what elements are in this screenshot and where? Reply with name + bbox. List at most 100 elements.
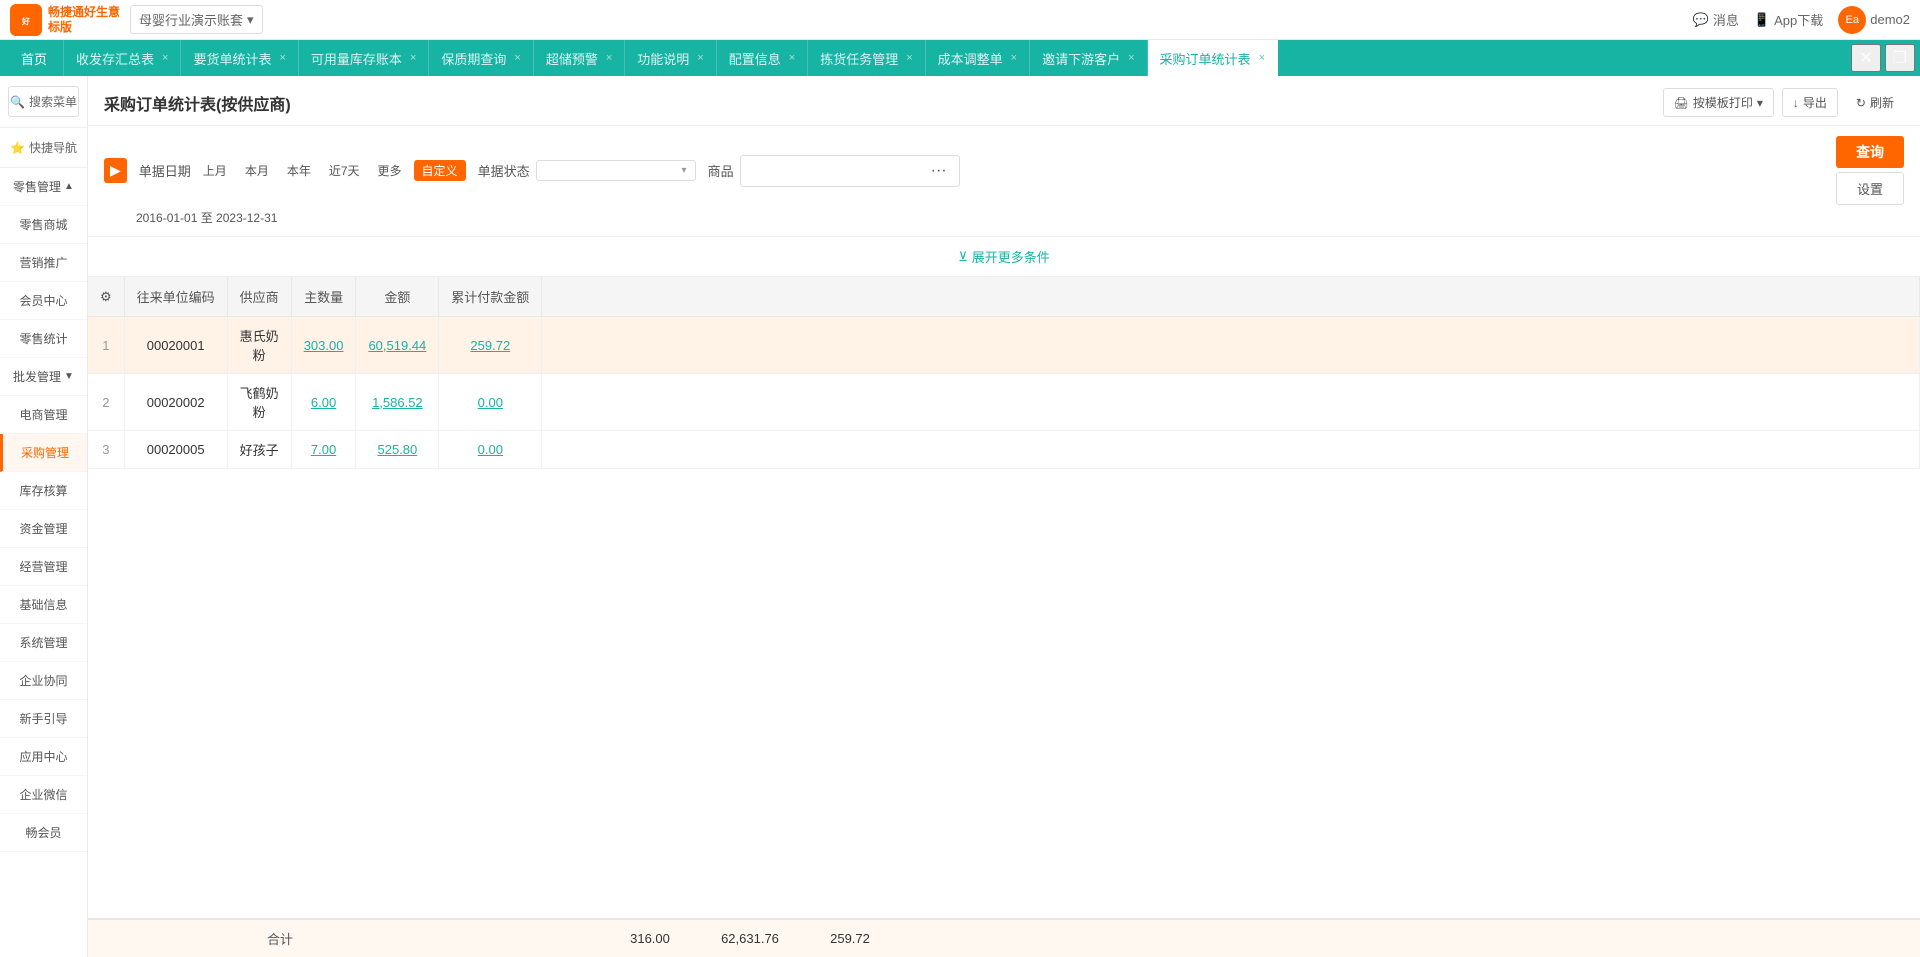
date-range-tag[interactable]: 自定义 bbox=[414, 160, 466, 181]
page-header-actions: 🖨 按模板打印 ▾ ↓ 导出 ↻ 刷新 bbox=[1663, 88, 1904, 117]
sidebar-item-app-center[interactable]: 应用中心 bbox=[0, 738, 87, 776]
th-qty: 主数量 bbox=[291, 277, 356, 317]
sidebar-item-inventory[interactable]: 库存核算 bbox=[0, 472, 87, 510]
refresh-btn[interactable]: ↻ 刷新 bbox=[1846, 89, 1904, 116]
tab-collect-summary[interactable]: 收发存汇总表 × bbox=[64, 40, 181, 76]
close-icon[interactable]: × bbox=[410, 52, 416, 64]
sidebar-item-retail-shop[interactable]: 零售商城 bbox=[0, 206, 87, 244]
app-download-btn[interactable]: 📱 App下载 bbox=[1754, 10, 1823, 29]
row-num: 2 bbox=[88, 374, 124, 431]
search-menu-btn[interactable]: 🔍 搜索菜单 bbox=[8, 86, 79, 117]
close-icon[interactable]: × bbox=[697, 52, 703, 64]
cell-unit-code: 00020005 bbox=[124, 431, 227, 469]
tab-order-summary[interactable]: 要货单统计表 × bbox=[181, 40, 298, 76]
chevron-down-icon: ▾ bbox=[247, 12, 254, 28]
tab-purchase-summary[interactable]: 采购订单统计表 × bbox=[1148, 40, 1278, 76]
messages-btn[interactable]: 💬 消息 bbox=[1693, 10, 1739, 29]
sidebar-item-new-guide[interactable]: 新手引导 bbox=[0, 700, 87, 738]
date-shortcut-this-month[interactable]: 本月 bbox=[239, 160, 275, 181]
sidebar-item-member2[interactable]: 畅会员 bbox=[0, 814, 87, 852]
cell-supplier: 惠氏奶粉 bbox=[227, 317, 291, 374]
star-icon: ⭐ bbox=[10, 141, 25, 155]
chevron-up-icon: ▲ bbox=[64, 181, 74, 192]
content-area: 采购订单统计表(按供应商) 🖨 按模板打印 ▾ ↓ 导出 ↻ 刷新 bbox=[88, 76, 1920, 957]
tab-expiry-query[interactable]: 保质期查询 × bbox=[429, 40, 533, 76]
logo-icon: 好 bbox=[10, 4, 42, 36]
message-icon: 💬 bbox=[1693, 12, 1709, 28]
goods-input[interactable]: ··· bbox=[740, 155, 960, 187]
close-icon[interactable]: × bbox=[1259, 52, 1265, 64]
tab-invite-downstream[interactable]: 邀请下游客户 × bbox=[1030, 40, 1147, 76]
goods-filter-group: 商品 ··· bbox=[708, 155, 960, 187]
close-icon[interactable]: × bbox=[162, 52, 168, 64]
sidebar-item-member[interactable]: 会员中心 bbox=[0, 282, 87, 320]
sidebar-item-operations[interactable]: 经营管理 bbox=[0, 548, 87, 586]
tab-function-desc[interactable]: 功能说明 × bbox=[625, 40, 716, 76]
cell-amount: 1,586.52 bbox=[356, 374, 439, 431]
nav-tabs: 首页 收发存汇总表 × 要货单统计表 × 可用量库存账本 × 保质期查询 × 超… bbox=[0, 40, 1920, 76]
expand-row: ⊻ 展开更多条件 bbox=[88, 237, 1920, 277]
cell-qty: 6.00 bbox=[291, 374, 356, 431]
date-filter-group: 单据日期 上月 本月 本年 近7天 更多 自定义 bbox=[139, 160, 466, 181]
sidebar-item-marketing[interactable]: 营销推广 bbox=[0, 244, 87, 282]
close-icon[interactable]: × bbox=[514, 52, 520, 64]
cell-qty: 303.00 bbox=[291, 317, 356, 374]
expand-conditions-btn[interactable]: ⊻ 展开更多条件 bbox=[958, 243, 1050, 270]
cell-unit-code: 00020001 bbox=[124, 317, 227, 374]
close-icon[interactable]: × bbox=[1011, 52, 1017, 64]
workspace-selector[interactable]: 母婴行业演示账套 ▾ bbox=[130, 5, 263, 34]
cell-paid: 0.00 bbox=[439, 374, 542, 431]
status-select[interactable]: ▾ bbox=[536, 160, 696, 181]
sidebar-item-retail-stats[interactable]: 零售统计 bbox=[0, 320, 87, 358]
query-btn[interactable]: 查询 bbox=[1836, 136, 1904, 168]
tab-usable-inventory[interactable]: 可用量库存账本 × bbox=[299, 40, 429, 76]
cell-empty bbox=[542, 317, 1920, 374]
date-shortcut-more[interactable]: 更多 bbox=[372, 160, 408, 181]
tab-home[interactable]: 首页 bbox=[5, 40, 64, 76]
tab-config-info[interactable]: 配置信息 × bbox=[717, 40, 808, 76]
settings-btn[interactable]: 设置 bbox=[1836, 172, 1904, 205]
cell-supplier: 好孩子 bbox=[227, 431, 291, 469]
page-title: 采购订单统计表(按供应商) bbox=[104, 91, 291, 115]
chevron-down-icon: ▼ bbox=[64, 371, 74, 382]
close-icon[interactable]: × bbox=[606, 52, 612, 64]
tab-pick-task[interactable]: 拣货任务管理 × bbox=[808, 40, 925, 76]
sidebar-item-ecommerce[interactable]: 电商管理 bbox=[0, 396, 87, 434]
close-icon[interactable]: × bbox=[789, 52, 795, 64]
quick-nav-btn[interactable]: ⭐ 快捷导航 bbox=[0, 133, 87, 162]
tab-cost-adjust[interactable]: 成本调整单 × bbox=[926, 40, 1030, 76]
date-shortcut-this-year[interactable]: 本年 bbox=[281, 160, 317, 181]
filter-row: ▶ 单据日期 上月 本月 本年 近7天 更多 自定义 单据状态 bbox=[104, 136, 1904, 205]
logo-area: 好 畅捷通好生意 标版 bbox=[10, 4, 120, 36]
tab-overstock-alert[interactable]: 超储预警 × bbox=[534, 40, 625, 76]
date-shortcut-last-month[interactable]: 上月 bbox=[197, 160, 233, 181]
logo-text: 畅捷通好生意 标版 bbox=[48, 5, 120, 34]
filter-toggle-btn[interactable]: ▶ bbox=[104, 158, 127, 183]
chevron-down-icon: ▾ bbox=[682, 165, 687, 176]
cell-empty bbox=[542, 431, 1920, 469]
user-avatar[interactable]: Ea demo2 bbox=[1838, 6, 1910, 34]
sidebar-item-system[interactable]: 系统管理 bbox=[0, 624, 87, 662]
export-icon: ↓ bbox=[1793, 96, 1799, 110]
close-icon[interactable]: × bbox=[279, 52, 285, 64]
sidebar-item-retail[interactable]: 零售管理 ▲ bbox=[0, 168, 87, 206]
sidebar-item-enterprise-collab[interactable]: 企业协同 bbox=[0, 662, 87, 700]
sidebar-item-purchase[interactable]: 采购管理 bbox=[0, 434, 87, 472]
more-icon[interactable]: ··· bbox=[927, 160, 951, 182]
sidebar-item-finance[interactable]: 资金管理 bbox=[0, 510, 87, 548]
page-content: 采购订单统计表(按供应商) 🖨 按模板打印 ▾ ↓ 导出 ↻ 刷新 bbox=[88, 76, 1920, 957]
print-btn[interactable]: 🖨 按模板打印 ▾ bbox=[1663, 88, 1774, 117]
cell-unit-code: 00020002 bbox=[124, 374, 227, 431]
th-unit-code: 往来单位编码 bbox=[124, 277, 227, 317]
close-icon[interactable]: × bbox=[906, 52, 912, 64]
export-btn[interactable]: ↓ 导出 bbox=[1782, 88, 1838, 117]
close-tab-btn[interactable]: ✕ bbox=[1851, 44, 1880, 72]
sidebar-item-enterprise-wechat[interactable]: 企业微信 bbox=[0, 776, 87, 814]
search-icon: 🔍 bbox=[10, 95, 25, 109]
restore-tab-btn[interactable]: ❐ bbox=[1885, 44, 1915, 72]
close-icon[interactable]: × bbox=[1128, 52, 1134, 64]
sidebar-item-wholesale[interactable]: 批发管理 ▼ bbox=[0, 358, 87, 396]
date-shortcut-7days[interactable]: 近7天 bbox=[323, 160, 366, 181]
sidebar-item-basic-info[interactable]: 基础信息 bbox=[0, 586, 87, 624]
th-settings[interactable]: ⚙ bbox=[88, 277, 124, 317]
